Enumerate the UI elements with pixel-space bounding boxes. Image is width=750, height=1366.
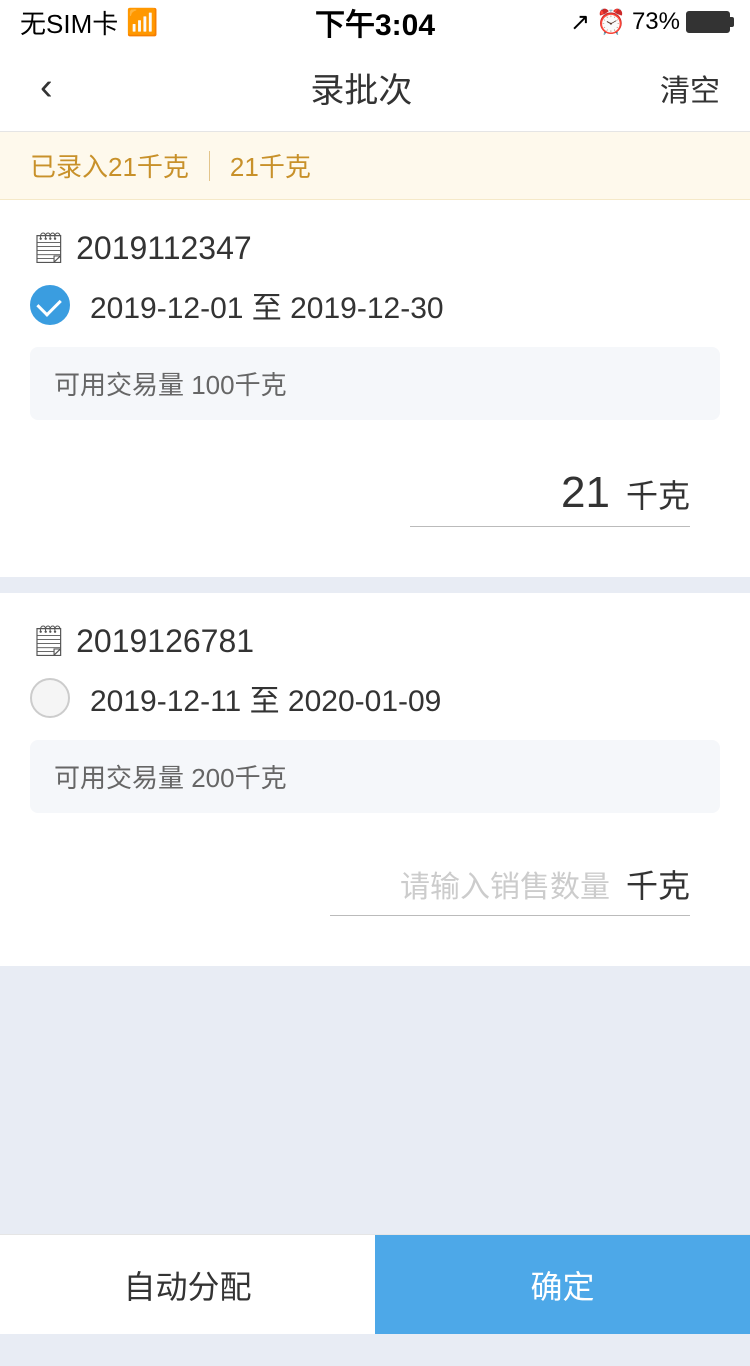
batch-date-1: 2019-12-01 至 2019-12-30 (90, 283, 444, 327)
input-unit-2: 千克 (626, 861, 690, 907)
status-time: 下午3:04 (315, 0, 435, 44)
batch-id-row-1: 🗒 2019112347 (30, 230, 720, 267)
status-bar: 无SIM卡 📶 下午3:04 ↗ ⏰ 73% (0, 0, 750, 44)
quantity-input-row-2[interactable]: 请输入销售数量 千克 (30, 837, 720, 907)
quantity-value-1: 21 (561, 468, 610, 518)
confirm-button[interactable]: 确定 (375, 1235, 750, 1334)
batch-id-row-2: 🗒 2019126781 (30, 623, 720, 660)
available-box-1: 可用交易量 100千克 (30, 347, 720, 420)
status-left: 无SIM卡 📶 (20, 4, 159, 41)
radio-button-2[interactable] (30, 678, 70, 718)
batch-id-1: 2019112347 (76, 230, 252, 267)
content-area: 🗒 2019112347 2019-12-01 至 2019-12-30 可用交… (0, 200, 750, 1366)
radio-button-1[interactable] (30, 285, 70, 325)
battery-text: 73% (632, 8, 680, 36)
total-quantity: 21千克 (230, 147, 311, 184)
input-underline-row-2 (30, 907, 720, 936)
batch-item-2: 🗒 2019126781 2019-12-11 至 2020-01-09 可用交… (0, 593, 750, 966)
batch-date-row-2[interactable]: 2019-12-11 至 2020-01-09 (30, 676, 720, 720)
quantity-unit-1: 千克 (626, 471, 690, 517)
qty-underline-1 (410, 526, 690, 527)
nav-bar: ‹ 录批次 清空 (0, 44, 750, 132)
recorded-quantity: 已录入21千克 (30, 147, 189, 184)
clear-button[interactable]: 清空 (660, 66, 720, 110)
batch-date-row-1[interactable]: 2019-12-01 至 2019-12-30 (30, 283, 720, 327)
batch-date-2: 2019-12-11 至 2020-01-09 (90, 676, 441, 720)
location-icon: ↗ (570, 8, 590, 37)
batch-id-2: 2019126781 (76, 623, 254, 660)
batch-icon-1: 🗒 (30, 231, 68, 266)
available-box-2: 可用交易量 200千克 (30, 740, 720, 813)
input-qty-line-2 (330, 915, 690, 916)
quantity-display-1: 21 千克 (30, 444, 720, 518)
page-title: 录批次 (310, 63, 412, 112)
quantity-placeholder-2: 请输入销售数量 (400, 862, 610, 906)
carrier-text: 无SIM卡 (20, 4, 118, 41)
alarm-icon: ⏰ (596, 8, 626, 37)
battery-icon (686, 11, 730, 33)
batch-item-1: 🗒 2019112347 2019-12-01 至 2019-12-30 可用交… (0, 200, 750, 577)
batch-icon-2: 🗒 (30, 624, 68, 659)
section-divider (0, 577, 750, 593)
info-banner: 已录入21千克 21千克 (0, 132, 750, 200)
underline-row-1 (30, 518, 720, 547)
info-divider (209, 151, 210, 181)
status-right: ↗ ⏰ 73% (570, 8, 730, 37)
back-button[interactable]: ‹ (30, 56, 63, 119)
bottom-bar: 自动分配 确定 (0, 1234, 750, 1334)
wifi-icon: 📶 (126, 7, 158, 38)
auto-distribute-button[interactable]: 自动分配 (0, 1235, 375, 1334)
